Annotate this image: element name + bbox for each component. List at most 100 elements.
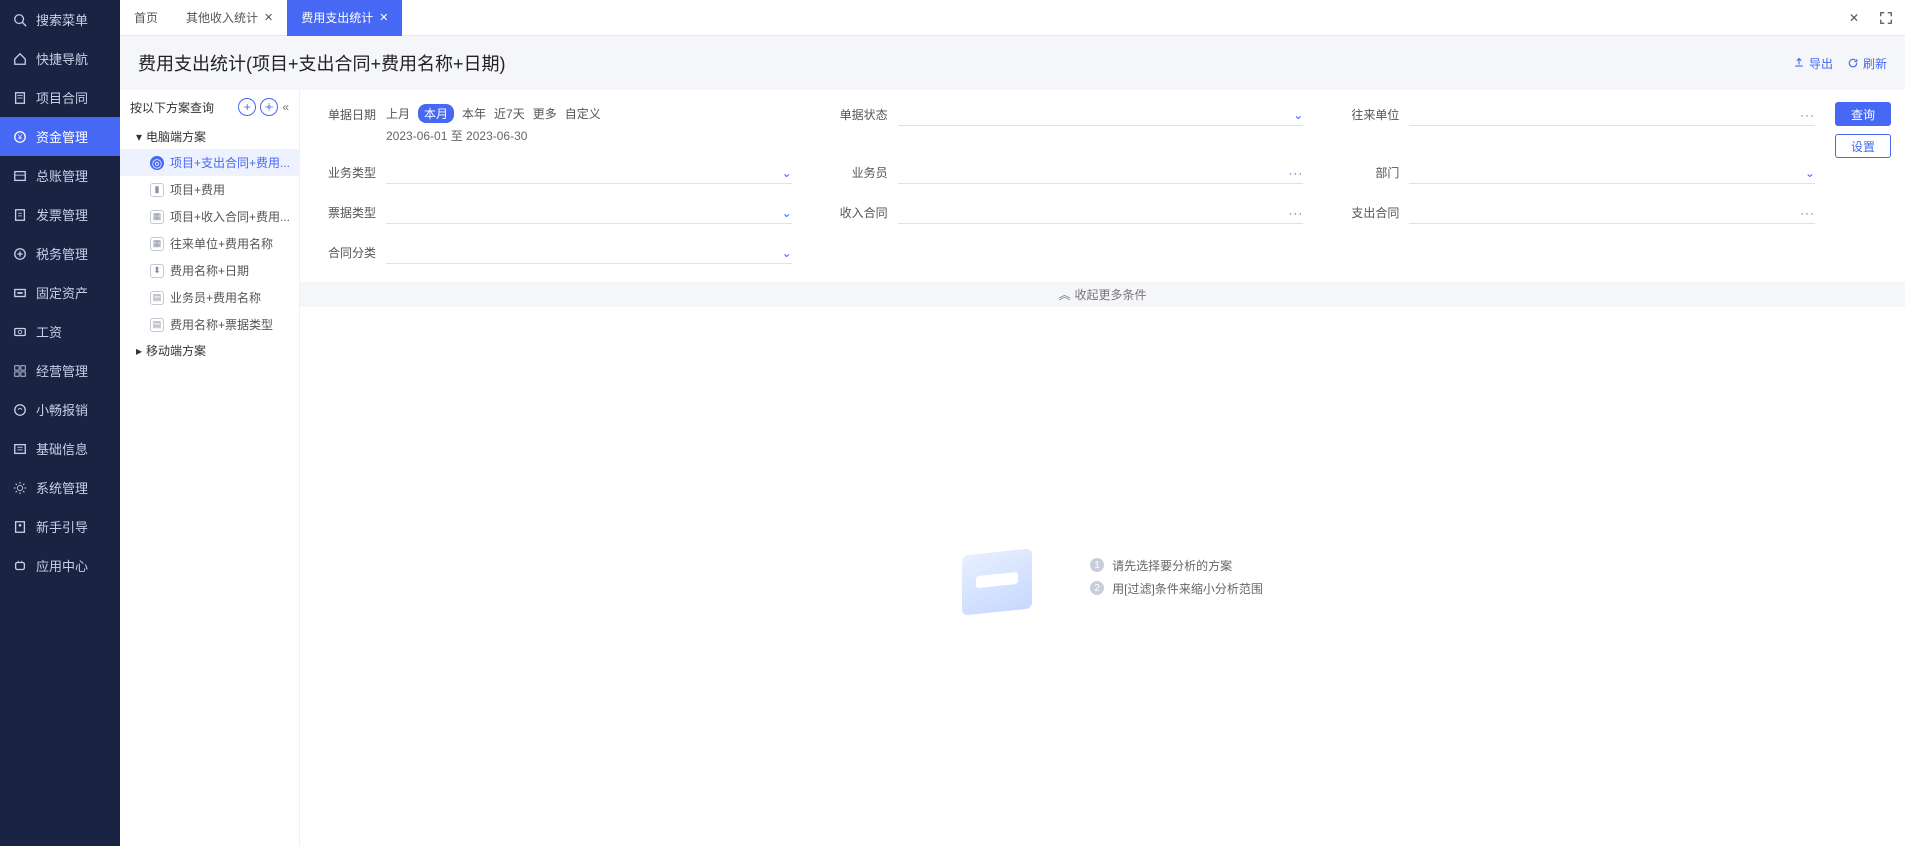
sidebar-item-system[interactable]: 系统管理 <box>0 468 120 507</box>
filter-label: 往来单位 <box>1343 104 1399 123</box>
scheme-item[interactable]: ◎ 项目+支出合同+费用... <box>120 149 299 176</box>
filter-label: 业务类型 <box>320 162 376 181</box>
sidebar-item-invoice[interactable]: 发票管理 <box>0 195 120 234</box>
sales-picker[interactable]: ··· <box>898 162 1304 184</box>
scheme-item[interactable]: ⬍ 费用名称+日期 <box>120 257 299 284</box>
scheme-item[interactable]: ▦往来单位+费用名称 <box>120 230 299 257</box>
home-icon <box>12 51 28 67</box>
tab-label: 其他收入统计 <box>186 9 258 26</box>
tab-label: 费用支出统计 <box>301 9 373 26</box>
tax-icon <box>12 246 28 262</box>
filter-biztype: 业务类型 ⌄ <box>320 162 792 184</box>
bar-icon: ▮ <box>150 183 164 197</box>
filter-income-contract: 收入合同 ··· <box>832 202 1304 224</box>
system-icon <box>12 480 28 496</box>
refresh-button[interactable]: 刷新 <box>1847 55 1887 72</box>
asset-icon <box>12 285 28 301</box>
scheme-item[interactable]: ▤业务员+费用名称 <box>120 284 299 311</box>
filter-label: 支出合同 <box>1343 202 1399 221</box>
svg-text:¥: ¥ <box>18 134 22 141</box>
collapse-panel-icon[interactable]: « <box>282 100 289 114</box>
invoice-icon <box>12 207 28 223</box>
date-opt-lastmonth[interactable]: 上月 <box>386 105 410 122</box>
contract-icon <box>12 90 28 106</box>
sidebar-item-asset[interactable]: 固定资产 <box>0 273 120 312</box>
scheme-item-label: 业务员+费用名称 <box>170 289 261 306</box>
sidebar-item-baseinfo[interactable]: 基础信息 <box>0 429 120 468</box>
more-icon: ··· <box>1288 206 1303 220</box>
empty-step-text: 用[过滤]条件来缩小分析范围 <box>1112 580 1263 597</box>
chart-icon: ⬍ <box>150 264 164 278</box>
sidebar-item-fund[interactable]: ¥资金管理 <box>0 117 120 156</box>
empty-step-text: 请先选择要分析的方案 <box>1112 557 1232 574</box>
sidebar-item-label: 总账管理 <box>36 166 88 185</box>
chevron-down-icon: ⌄ <box>1293 108 1303 122</box>
income-contract-picker[interactable]: ··· <box>898 202 1304 224</box>
sidebar-item-label: 搜索菜单 <box>36 10 88 29</box>
sidebar-item-quicknav[interactable]: 快捷导航 <box>0 39 120 78</box>
reimburse-icon <box>12 402 28 418</box>
date-opt-more[interactable]: 更多 <box>533 105 557 122</box>
scheme-group-pc[interactable]: ▾电脑端方案 <box>120 124 299 149</box>
filter-label: 单据状态 <box>832 104 888 123</box>
sidebar-item-operate[interactable]: 经营管理 <box>0 351 120 390</box>
sidebar-item-guide[interactable]: 新手引导 <box>0 507 120 546</box>
expense-contract-picker[interactable]: ··· <box>1409 202 1815 224</box>
partner-picker[interactable]: ··· <box>1409 104 1815 126</box>
chevron-down-icon: ⌄ <box>782 206 792 220</box>
scheme-group-mobile[interactable]: ▸移动端方案 <box>120 338 299 363</box>
query-button[interactable]: 查询 <box>1835 102 1891 126</box>
tab-home[interactable]: 首页 <box>120 0 172 36</box>
scheme-item-label: 费用名称+日期 <box>170 262 249 279</box>
refresh-icon <box>1847 57 1859 69</box>
filter-contract-cat: 合同分类 ⌄ <box>320 242 792 264</box>
tabs-bar: 首页 其他收入统计 ✕ 费用支出统计 ✕ ✕ <box>120 0 1905 36</box>
filter-partner: 往来单位 ··· <box>1343 104 1815 144</box>
date-opt-last7[interactable]: 近7天 <box>494 105 525 122</box>
search-icon <box>12 12 28 28</box>
sidebar-item-tax[interactable]: 税务管理 <box>0 234 120 273</box>
biztype-select[interactable]: ⌄ <box>386 162 792 184</box>
date-opt-thisyear[interactable]: 本年 <box>462 105 486 122</box>
sidebar-item-contract[interactable]: 项目合同 <box>0 78 120 117</box>
filter-label: 票据类型 <box>320 202 376 221</box>
billtype-select[interactable]: ⌄ <box>386 202 792 224</box>
filter-label: 业务员 <box>832 162 888 181</box>
filter-billtype: 票据类型 ⌄ <box>320 202 792 224</box>
close-icon[interactable]: ✕ <box>264 11 273 24</box>
scheme-item[interactable]: ▮项目+费用 <box>120 176 299 203</box>
sidebar-item-reimburse[interactable]: 小畅报销 <box>0 390 120 429</box>
close-all-icon[interactable]: ✕ <box>1843 7 1865 29</box>
status-select[interactable]: ⌄ <box>898 104 1304 126</box>
scheme-settings-button[interactable] <box>260 98 278 116</box>
tab-other-income[interactable]: 其他收入统计 ✕ <box>172 0 287 36</box>
contract-cat-select[interactable]: ⌄ <box>386 242 792 264</box>
tab-expense-stat[interactable]: 费用支出统计 ✕ <box>287 0 402 36</box>
more-icon: ··· <box>1800 206 1815 220</box>
export-button[interactable]: 导出 <box>1793 55 1833 72</box>
filter-label: 部门 <box>1343 162 1399 181</box>
sidebar-item-label: 项目合同 <box>36 88 88 107</box>
sidebar-item-search[interactable]: 搜索菜单 <box>0 0 120 39</box>
step-badge: 2 <box>1090 581 1104 595</box>
scheme-item-label: 项目+支出合同+费用... <box>170 154 290 171</box>
target-icon: ◎ <box>150 156 164 170</box>
sidebar-item-app[interactable]: 应用中心 <box>0 546 120 585</box>
date-opt-custom[interactable]: 自定义 <box>565 105 601 122</box>
settings-button[interactable]: 设置 <box>1835 134 1891 158</box>
sidebar-item-label: 系统管理 <box>36 478 88 497</box>
scheme-item-label: 费用名称+票据类型 <box>170 316 273 333</box>
add-scheme-button[interactable]: + <box>238 98 256 116</box>
close-icon[interactable]: ✕ <box>379 11 388 24</box>
filter-label: 单据日期 <box>320 104 376 123</box>
fullscreen-icon[interactable] <box>1875 7 1897 29</box>
scheme-item[interactable]: ▦项目+收入合同+费用... <box>120 203 299 230</box>
date-opt-thismonth[interactable]: 本月 <box>418 104 454 123</box>
dept-select[interactable]: ⌄ <box>1409 162 1815 184</box>
sidebar-item-ledger[interactable]: 总账管理 <box>0 156 120 195</box>
sidebar-item-salary[interactable]: 工资 <box>0 312 120 351</box>
filter-sales: 业务员 ··· <box>832 162 1304 184</box>
grid-icon: ▦ <box>150 237 164 251</box>
collapse-conditions-bar[interactable]: ︽ 收起更多条件 <box>300 282 1905 307</box>
scheme-item[interactable]: ▤费用名称+票据类型 <box>120 311 299 338</box>
